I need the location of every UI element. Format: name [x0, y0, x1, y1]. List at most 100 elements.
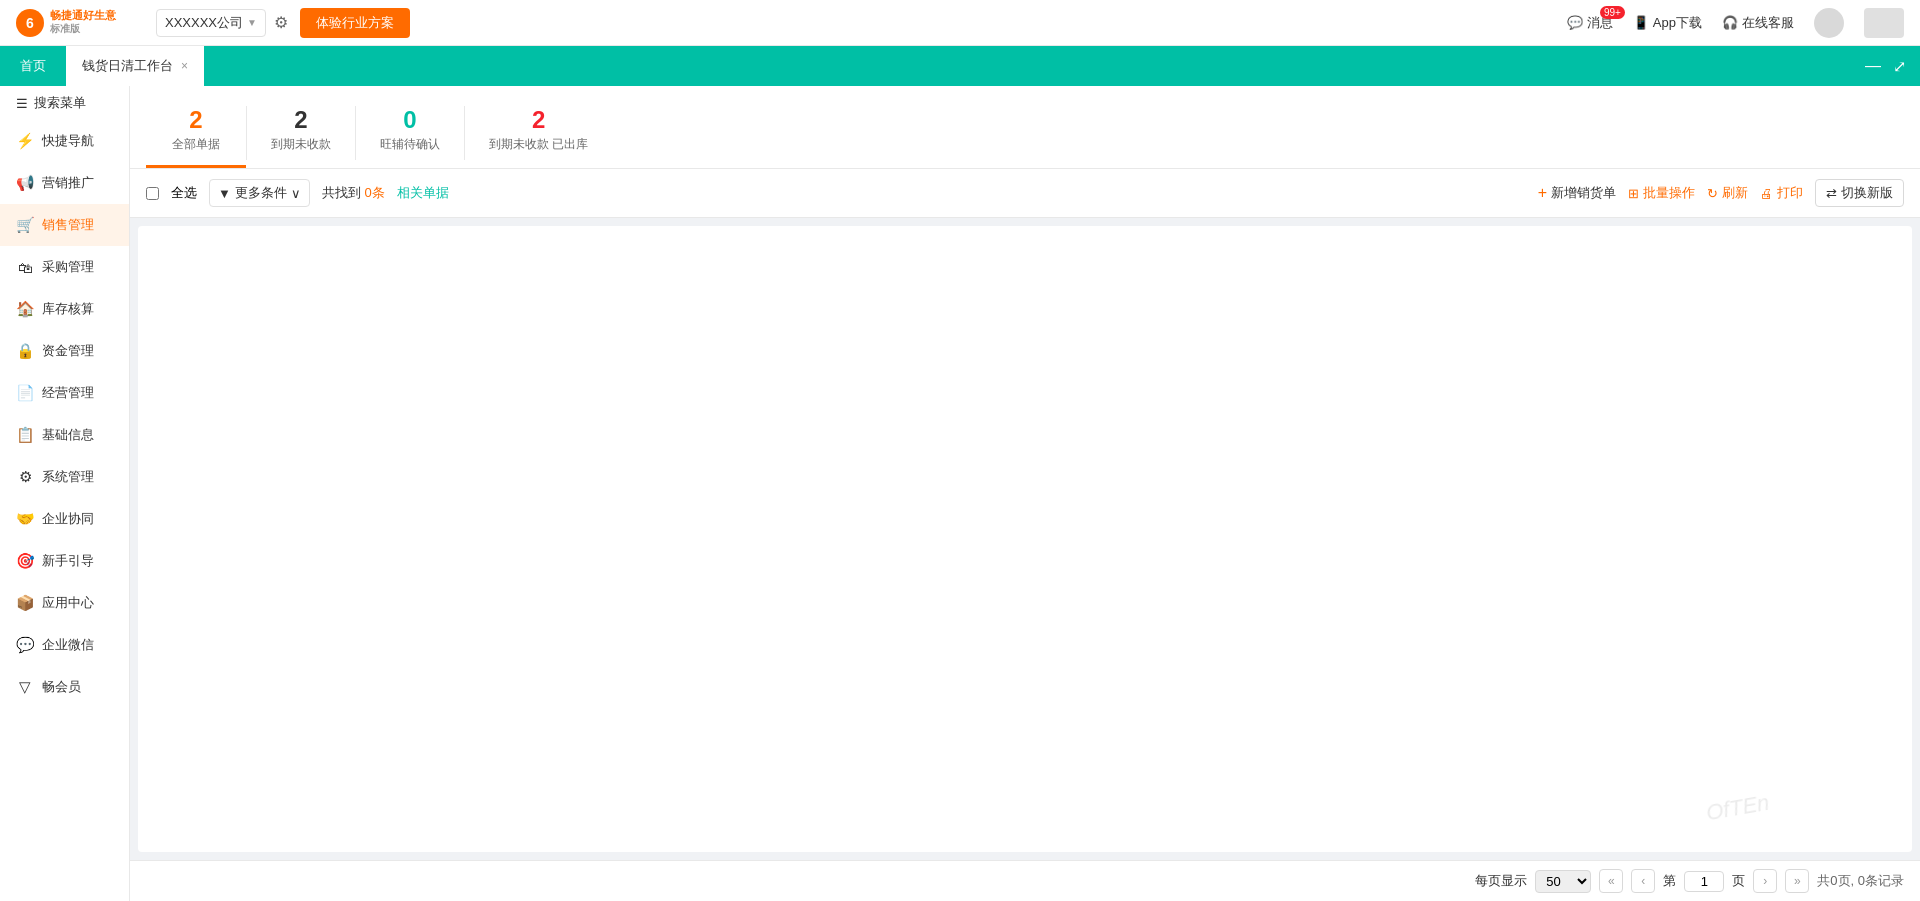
found-prefix: 共找到 — [322, 185, 361, 200]
found-text: 共找到 0条 — [322, 184, 385, 202]
select-all-checkbox[interactable] — [146, 187, 159, 200]
system-icon: ⚙ — [16, 468, 34, 486]
filter-btn[interactable]: ▼ 更多条件 ∨ — [209, 179, 310, 207]
app-download-btn[interactable]: 📱 App下载 — [1633, 14, 1702, 32]
related-btn[interactable]: 相关单据 — [397, 184, 449, 202]
member-label: 畅会员 — [42, 678, 81, 696]
marketing-icon: 📢 — [16, 174, 34, 192]
inventory-label: 库存核算 — [42, 300, 94, 318]
last-page-btn[interactable]: » — [1785, 869, 1809, 893]
stats-tab-pending[interactable]: 0 旺辅待确认 — [356, 98, 464, 168]
add-label: 新增销货单 — [1551, 184, 1616, 202]
app-center-label: 应用中心 — [42, 594, 94, 612]
operations-label: 经营管理 — [42, 384, 94, 402]
finance-icon: 🔒 — [16, 342, 34, 360]
filter-label: 更多条件 — [235, 184, 287, 202]
switch-version-btn[interactable]: ⇄ 切换新版 — [1815, 179, 1904, 207]
print-icon: 🖨 — [1760, 186, 1773, 201]
messages-badge: 99+ — [1600, 6, 1625, 19]
switch-icon: ⇄ — [1826, 186, 1837, 201]
message-icon: 💬 — [1567, 15, 1583, 30]
add-sale-btn[interactable]: + 新增销货单 — [1538, 184, 1616, 202]
avatar-extra[interactable] — [1864, 8, 1904, 38]
tab-current[interactable]: 钱货日清工作台 × — [66, 46, 204, 86]
refresh-btn[interactable]: ↻ 刷新 — [1707, 184, 1748, 202]
sidebar-item-enterprise-coop[interactable]: 🤝 企业协同 — [0, 498, 129, 540]
quick-nav-label: 快捷导航 — [42, 132, 94, 150]
logo-area: 6 畅捷通好生意 标准版 — [16, 9, 146, 37]
stats-tab-overdue[interactable]: 2 到期未收款 — [247, 98, 355, 168]
search-menu-label: 搜索菜单 — [34, 94, 86, 112]
logo-icon: 6 — [16, 9, 44, 37]
sidebar-item-guide[interactable]: 🎯 新手引导 — [0, 540, 129, 582]
tab-home[interactable]: 首页 — [0, 46, 66, 86]
stats-pending-num: 0 — [403, 106, 416, 134]
sidebar-item-quick-nav[interactable]: ⚡ 快捷导航 — [0, 120, 129, 162]
first-page-btn[interactable]: « — [1599, 869, 1623, 893]
page-input[interactable] — [1684, 871, 1724, 892]
settings-icon[interactable]: ⚙ — [274, 13, 288, 32]
purchase-icon: 🛍 — [16, 259, 34, 276]
sidebar-item-finance[interactable]: 🔒 资金管理 — [0, 330, 129, 372]
quick-nav-icon: ⚡ — [16, 132, 34, 150]
batch-label: 批量操作 — [1643, 184, 1695, 202]
stats-overdue-unshipped-label: 到期未收款 已出库 — [489, 136, 588, 153]
tab-close-btn[interactable]: × — [181, 59, 188, 73]
content-area: 2 全部单据 2 到期未收款 0 旺辅待确认 2 到期未收款 已出库 全选 — [130, 86, 1920, 901]
sidebar-item-enterprise-wx[interactable]: 💬 企业微信 — [0, 624, 129, 666]
stats-pending-label: 旺辅待确认 — [380, 136, 440, 153]
enterprise-wx-icon: 💬 — [16, 636, 34, 654]
sidebar-item-operations[interactable]: 📄 经营管理 — [0, 372, 129, 414]
avatar[interactable] — [1814, 8, 1844, 38]
sales-icon: 🛒 — [16, 216, 34, 234]
finance-label: 资金管理 — [42, 342, 94, 360]
tab-minimize-btn[interactable]: — — [1859, 57, 1887, 75]
online-service-btn[interactable]: 🎧 在线客服 — [1722, 14, 1794, 32]
search-menu-btn[interactable]: ☰ 搜索菜单 — [0, 86, 129, 120]
stats-tab-all[interactable]: 2 全部单据 — [146, 98, 246, 168]
marketing-label: 营销推广 — [42, 174, 94, 192]
sidebar-item-inventory[interactable]: 🏠 库存核算 — [0, 288, 129, 330]
sidebar-item-system[interactable]: ⚙ 系统管理 — [0, 456, 129, 498]
stats-tab-overdue-unshipped[interactable]: 2 到期未收款 已出库 — [465, 98, 612, 168]
found-count: 0条 — [365, 185, 385, 200]
app-sub: 标准版 — [50, 22, 116, 36]
enterprise-coop-label: 企业协同 — [42, 510, 94, 528]
sidebar-item-sales[interactable]: 🛒 销售管理 — [0, 204, 129, 246]
batch-btn[interactable]: ⊞ 批量操作 — [1628, 184, 1695, 202]
page-label: 第 — [1663, 872, 1676, 890]
app-center-icon: 📦 — [16, 594, 34, 612]
sidebar-item-member[interactable]: ▽ 畅会员 — [0, 666, 129, 708]
app-download-label: App下载 — [1653, 14, 1702, 32]
toolbar: 全选 ▼ 更多条件 ∨ 共找到 0条 相关单据 + 新增销货单 ⊞ 批量操作 — [130, 169, 1920, 218]
tab-bar-right: — ⤢ — [1859, 57, 1920, 76]
company-selector[interactable]: XXXXXX公司 ▼ — [156, 9, 266, 37]
top-bar: 6 畅捷通好生意 标准版 XXXXXX公司 ▼ ⚙ 体验行业方案 💬 消息 99… — [0, 0, 1920, 46]
tab-bar: 首页 钱货日清工作台 × — ⤢ — [0, 46, 1920, 86]
stats-all-label: 全部单据 — [172, 136, 220, 153]
purchase-label: 采购管理 — [42, 258, 94, 276]
next-page-btn[interactable]: › — [1753, 869, 1777, 893]
member-icon: ▽ — [16, 678, 34, 696]
messages-btn[interactable]: 💬 消息 99+ — [1567, 14, 1613, 32]
service-icon: 🎧 — [1722, 15, 1738, 30]
stats-all-num: 2 — [189, 106, 202, 134]
switch-label: 切换新版 — [1841, 184, 1893, 202]
sidebar-item-purchase[interactable]: 🛍 采购管理 — [0, 246, 129, 288]
enterprise-wx-label: 企业微信 — [42, 636, 94, 654]
table-area — [138, 226, 1912, 852]
pagination-bar: 每页显示 50 100 200 « ‹ 第 页 › » 共0页, 0条记录 — [130, 860, 1920, 901]
sidebar-item-marketing[interactable]: 📢 营销推广 — [0, 162, 129, 204]
page-suffix: 页 — [1732, 872, 1745, 890]
stats-overdue-unshipped-num: 2 — [532, 106, 545, 134]
prev-page-btn[interactable]: ‹ — [1631, 869, 1655, 893]
stats-overdue-label: 到期未收款 — [271, 136, 331, 153]
sidebar-item-app-center[interactable]: 📦 应用中心 — [0, 582, 129, 624]
select-all-label: 全选 — [171, 184, 197, 202]
print-btn[interactable]: 🖨 打印 — [1760, 184, 1803, 202]
trial-btn[interactable]: 体验行业方案 — [300, 8, 410, 38]
download-icon: 📱 — [1633, 15, 1649, 30]
page-size-select[interactable]: 50 100 200 — [1535, 870, 1591, 893]
tab-maximize-btn[interactable]: ⤢ — [1887, 57, 1912, 76]
sidebar-item-basic-info[interactable]: 📋 基础信息 — [0, 414, 129, 456]
